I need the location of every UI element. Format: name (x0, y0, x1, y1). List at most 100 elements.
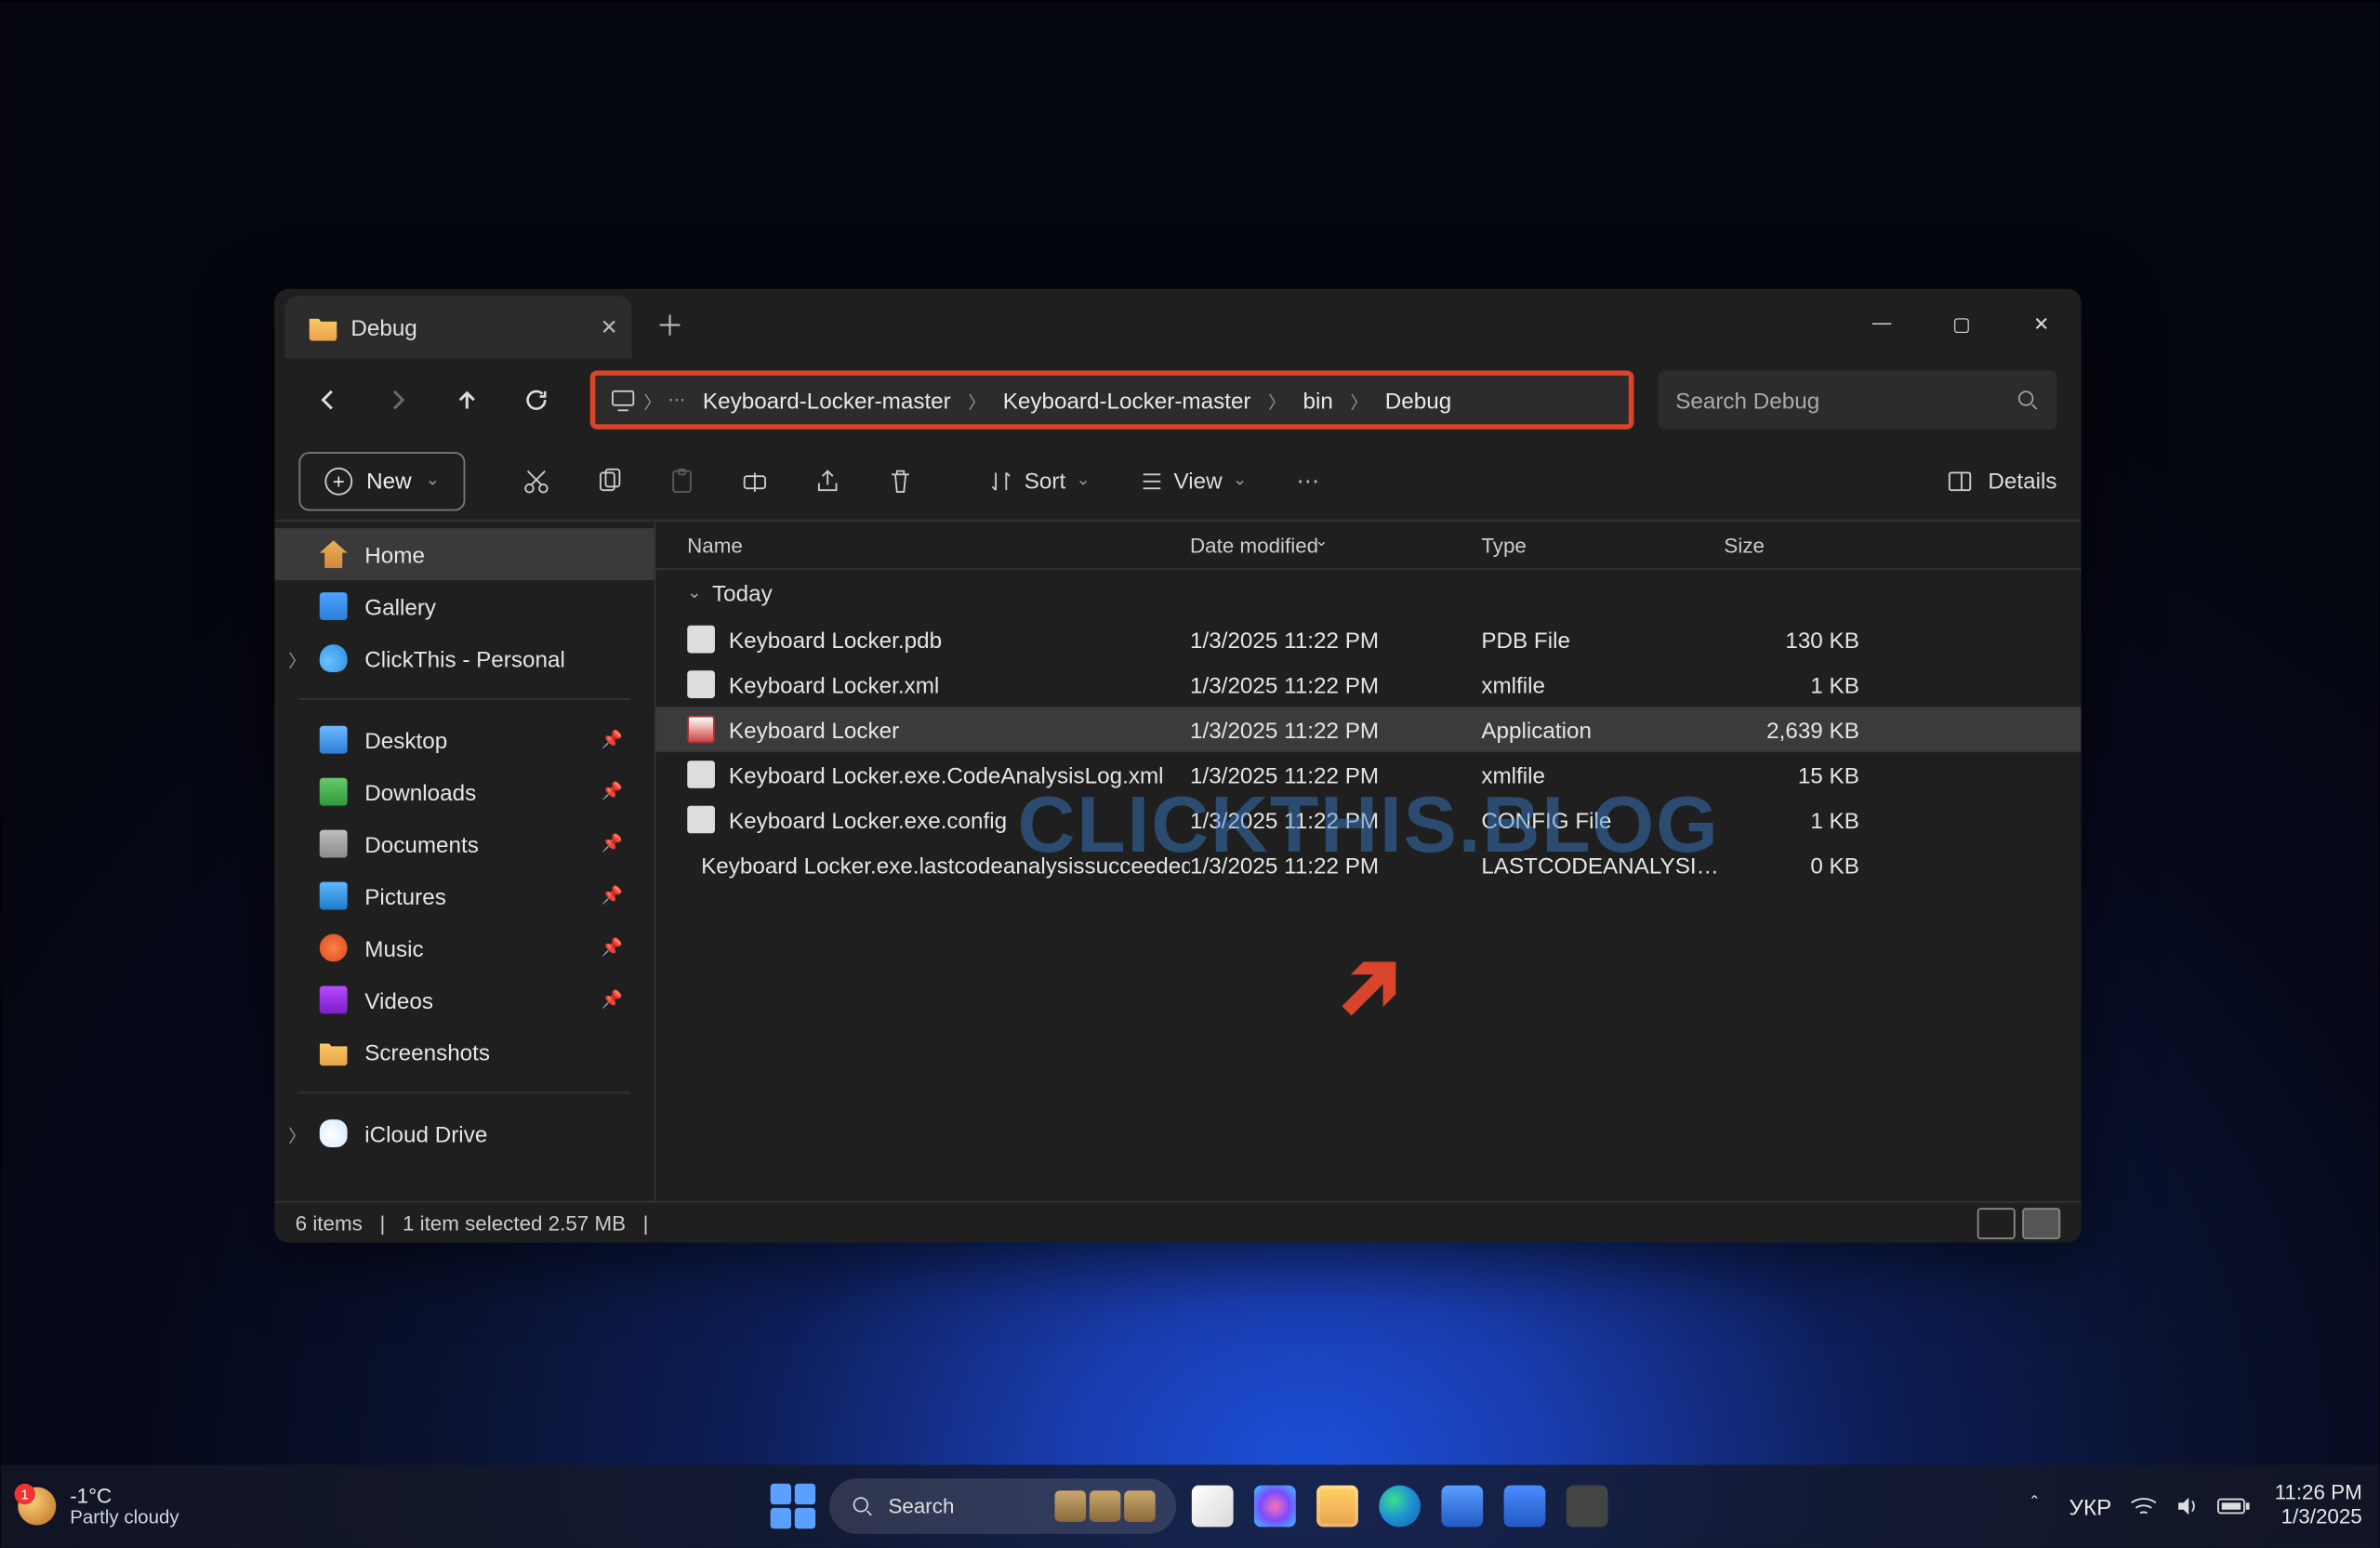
sidebar-item-desktop[interactable]: Desktop📌 (274, 713, 654, 765)
col-type[interactable]: Type (1481, 532, 1724, 556)
sidebar-item-videos[interactable]: Videos📌 (274, 973, 654, 1025)
file-date: 1/3/2025 11:22 PM (1190, 806, 1481, 832)
sidebar-item-home[interactable]: Home (274, 528, 654, 580)
sidebar: HomeGallery〉ClickThis - Personal Desktop📌… (274, 521, 655, 1200)
battery-icon[interactable] (2215, 1495, 2250, 1515)
breadcrumb[interactable]: bin (1292, 387, 1343, 413)
file-row[interactable]: Keyboard Locker.exe.config1/3/2025 11:22… (656, 797, 2082, 841)
chevron-down-icon: ⌄ (426, 470, 441, 490)
refresh-button[interactable] (507, 370, 565, 429)
tab-close-icon[interactable]: ✕ (601, 314, 618, 338)
delete-button[interactable] (872, 451, 931, 509)
sort-button[interactable]: Sort ⌄ (972, 467, 1108, 493)
outlook-taskbar-icon[interactable] (1499, 1480, 1551, 1532)
search-icon (850, 1493, 874, 1517)
copy-button[interactable] (580, 451, 639, 509)
file-row[interactable]: Keyboard Locker.exe.lastcodeanalysissucc… (656, 841, 2082, 886)
pin-icon: 📌 (602, 938, 623, 958)
rename-button[interactable] (726, 451, 785, 509)
chevron-right-icon: 〉 (968, 387, 985, 413)
sidebar-item-gallery[interactable]: Gallery (274, 580, 654, 632)
weather-widget[interactable]: -1°C Partly cloudy (18, 1483, 178, 1528)
cut-button[interactable] (508, 451, 566, 509)
forward-button[interactable] (368, 370, 427, 429)
close-button[interactable]: ✕ (2002, 288, 2082, 358)
pin-icon: 📌 (602, 730, 623, 749)
thumbnails-view-icon[interactable] (2022, 1207, 2060, 1238)
ellipsis-icon[interactable]: ⋯ (668, 390, 686, 409)
taskbar-search[interactable]: Search (829, 1478, 1176, 1534)
search-box[interactable]: Search Debug (1659, 370, 2057, 429)
file-size: 0 KB (1724, 851, 1880, 877)
sidebar-item-icloud-drive[interactable]: 〉iCloud Drive (274, 1107, 654, 1159)
details-icon (1947, 466, 1975, 494)
minimize-button[interactable]: — (1842, 288, 1922, 358)
file-explorer-taskbar-icon[interactable] (1312, 1480, 1364, 1532)
tray-icons[interactable]: УКР (2069, 1493, 2251, 1519)
nav-row: 〉 ⋯ Keyboard-Locker-master 〉 Keyboard-Lo… (274, 358, 2081, 442)
file-row[interactable]: Keyboard Locker.xml1/3/2025 11:22 PMxmlf… (656, 661, 2082, 706)
up-button[interactable] (438, 370, 496, 429)
sidebar-item-documents[interactable]: Documents📌 (274, 817, 654, 869)
file-date: 1/3/2025 11:22 PM (1190, 626, 1481, 652)
copilot-button[interactable] (1249, 1480, 1301, 1532)
language-indicator[interactable]: УКР (2069, 1493, 2112, 1519)
file-icon (687, 670, 715, 698)
volume-icon[interactable] (2174, 1493, 2198, 1517)
clock[interactable]: 11:26 PM 1/3/2025 (2275, 1482, 2362, 1529)
start-button[interactable] (767, 1480, 819, 1532)
col-date[interactable]: Date modified⌄ (1190, 532, 1481, 556)
sidebar-item-screenshots[interactable]: Screenshots (274, 1025, 654, 1078)
sidebar-item-music[interactable]: Music📌 (274, 921, 654, 973)
col-size[interactable]: Size (1724, 532, 1880, 556)
file-icon (687, 761, 715, 788)
status-bar: 6 items | 1 item selected 2.57 MB | (274, 1200, 2081, 1242)
home-icon (320, 540, 348, 568)
paste-button[interactable] (654, 451, 712, 509)
sidebar-item-clickthis-personal[interactable]: 〉ClickThis - Personal (274, 632, 654, 684)
toolbar: + New ⌄ Sort ⌄ View ⌄ ⋯ (274, 441, 2081, 521)
tray-overflow-icon[interactable]: ＾ (2024, 1491, 2044, 1521)
view-switcher (1977, 1207, 2061, 1238)
pin-icon: 📌 (602, 782, 623, 801)
breadcrumb[interactable]: Debug (1375, 387, 1462, 413)
sidebar-item-downloads[interactable]: Downloads📌 (274, 765, 654, 817)
icloud-icon (320, 1119, 348, 1147)
col-name[interactable]: Name (687, 532, 1190, 556)
pc-icon (609, 386, 637, 414)
file-type: xmlfile (1481, 671, 1724, 697)
group-header[interactable]: ⌄ Today (656, 569, 2082, 615)
view-button[interactable]: View ⌄ (1122, 467, 1265, 493)
more-button[interactable]: ⋯ (1278, 451, 1337, 509)
maximize-button[interactable]: ▢ (1922, 288, 2002, 358)
breadcrumb[interactable]: Keyboard-Locker-master (693, 387, 961, 413)
file-date: 1/3/2025 11:22 PM (1190, 851, 1481, 877)
chevron-down-icon: ⌄ (1076, 470, 1091, 490)
tab-debug[interactable]: Debug ✕ (284, 296, 631, 358)
store-taskbar-icon[interactable] (1436, 1480, 1488, 1532)
taskbar-center: Search (767, 1478, 1613, 1534)
back-button[interactable] (298, 370, 357, 429)
file-date: 1/3/2025 11:22 PM (1190, 671, 1481, 697)
file-list: Keyboard Locker.pdb1/3/2025 11:22 PMPDB … (656, 616, 2082, 887)
folder-icon (320, 1038, 348, 1065)
share-button[interactable] (799, 451, 857, 509)
sidebar-item-pictures[interactable]: Pictures📌 (274, 869, 654, 921)
details-view-icon[interactable] (1977, 1207, 2016, 1238)
file-icon (687, 715, 715, 743)
app-taskbar-icon[interactable] (1561, 1480, 1613, 1532)
task-view-button[interactable] (1186, 1480, 1238, 1532)
details-toggle[interactable]: Details (1947, 466, 2057, 494)
file-row[interactable]: Keyboard Locker.exe.CodeAnalysisLog.xml1… (656, 751, 2082, 796)
wifi-icon[interactable] (2129, 1493, 2157, 1517)
file-row[interactable]: Keyboard Locker1/3/2025 11:22 PMApplicat… (656, 707, 2082, 751)
desk-icon (320, 725, 348, 753)
new-tab-button[interactable]: ＋ (656, 302, 684, 344)
edge-taskbar-icon[interactable] (1374, 1480, 1426, 1532)
breadcrumb[interactable]: Keyboard-Locker-master (993, 387, 1262, 413)
new-button[interactable]: + New ⌄ (298, 451, 466, 509)
search-placeholder: Search Debug (1675, 387, 1819, 413)
address-bar[interactable]: 〉 ⋯ Keyboard-Locker-master 〉 Keyboard-Lo… (590, 370, 1634, 429)
file-row[interactable]: Keyboard Locker.pdb1/3/2025 11:22 PMPDB … (656, 616, 2082, 661)
chevron-down-icon: ⌄ (687, 583, 702, 602)
